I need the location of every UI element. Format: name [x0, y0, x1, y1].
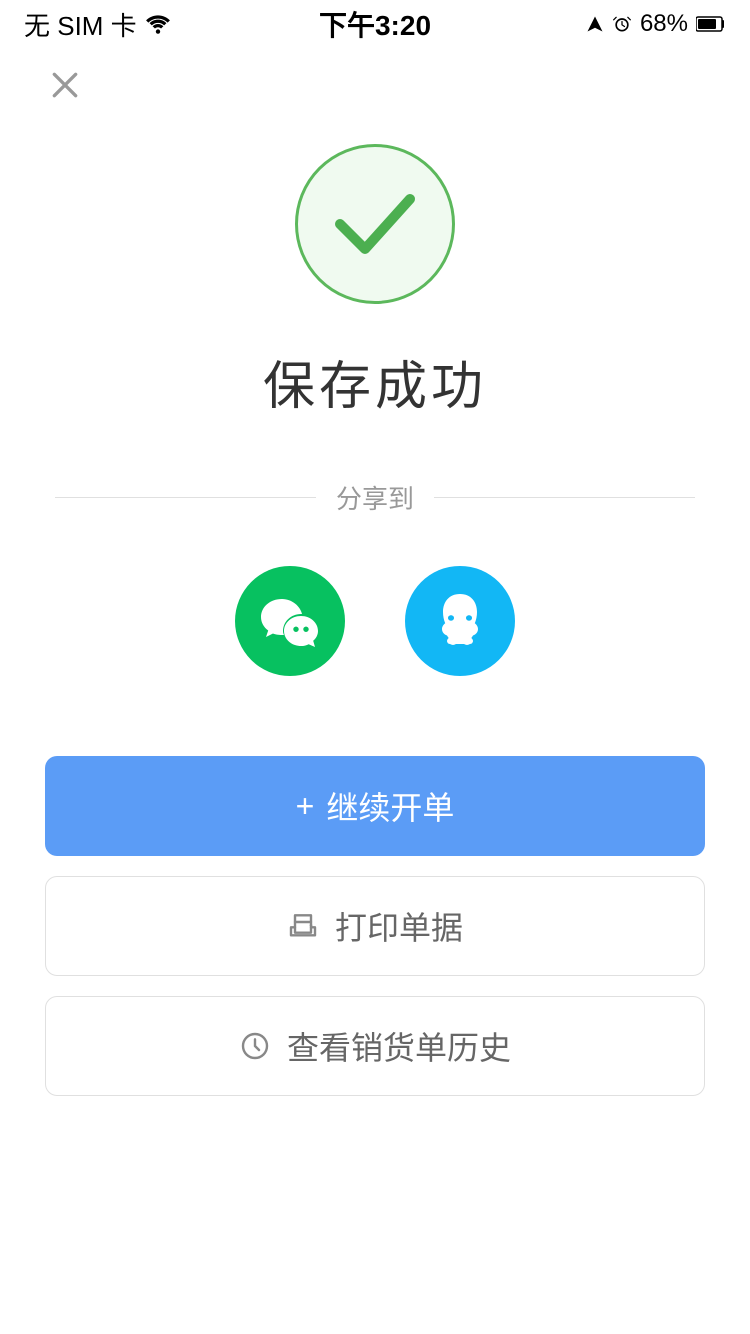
share-icons	[235, 566, 515, 676]
status-time: 下午3:20	[319, 4, 431, 44]
main-content: 保存成功 分享到	[0, 44, 750, 1096]
close-button[interactable]	[40, 60, 90, 110]
no-sim-text: 无 SIM 卡	[24, 6, 137, 43]
success-title: 保存成功	[263, 344, 487, 419]
continue-button[interactable]: + 继续开单	[45, 756, 705, 856]
location-icon	[586, 15, 604, 33]
clock-icon	[239, 1030, 271, 1062]
battery-icon	[696, 16, 726, 32]
divider-right	[434, 497, 695, 498]
checkmark-icon	[330, 184, 420, 264]
qq-icon	[430, 591, 490, 651]
close-icon	[49, 69, 81, 101]
divider-left	[55, 497, 316, 498]
continue-label: 继续开单	[326, 783, 454, 829]
action-buttons: + 继续开单 打印单据 查看销货单历史	[45, 756, 705, 1096]
wechat-icon	[260, 591, 320, 651]
wechat-share-button[interactable]	[235, 566, 345, 676]
print-button[interactable]: 打印单据	[45, 876, 705, 976]
share-label: 分享到	[336, 479, 414, 516]
status-right: 68%	[586, 10, 726, 38]
print-label: 打印单据	[335, 903, 463, 949]
share-divider: 分享到	[55, 479, 695, 516]
history-label: 查看销货单历史	[287, 1023, 511, 1069]
status-bar: 无 SIM 卡 下午3:20 68%	[0, 0, 750, 44]
qq-share-button[interactable]	[405, 566, 515, 676]
history-button[interactable]: 查看销货单历史	[45, 996, 705, 1096]
success-circle	[295, 144, 455, 304]
alarm-icon	[612, 14, 632, 34]
printer-icon	[287, 910, 319, 942]
wifi-icon	[145, 14, 171, 34]
battery-percent: 68%	[640, 10, 688, 38]
continue-plus-icon: +	[296, 788, 315, 825]
status-left: 无 SIM 卡	[24, 6, 171, 43]
